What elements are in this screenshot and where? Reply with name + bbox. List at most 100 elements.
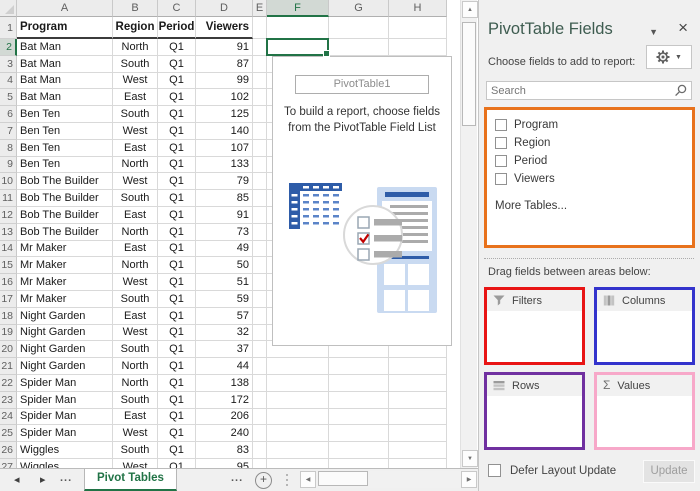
scroll-down-button[interactable]: ▼: [462, 450, 478, 467]
column-header-G[interactable]: G: [329, 0, 389, 17]
cell-B21[interactable]: North: [113, 358, 158, 375]
cell-H24[interactable]: [389, 408, 447, 426]
row-header-14[interactable]: 14: [0, 240, 17, 258]
row-header-23[interactable]: 23: [0, 391, 17, 409]
cell-B5[interactable]: East: [113, 89, 158, 107]
fill-handle[interactable]: [323, 50, 330, 57]
cell-E11[interactable]: [253, 190, 267, 207]
field-checkbox-region[interactable]: [495, 137, 507, 149]
cell-E13[interactable]: [253, 223, 267, 241]
cell-H27[interactable]: [389, 458, 447, 468]
cell-A14[interactable]: Mr Maker: [17, 240, 113, 258]
cell-C27[interactable]: Q1: [158, 458, 196, 468]
column-header-B[interactable]: B: [113, 0, 158, 17]
cell-D10[interactable]: 79: [196, 173, 253, 191]
cell-D1[interactable]: Viewers: [196, 17, 253, 39]
cell-B27[interactable]: West: [113, 458, 158, 468]
cell-E4[interactable]: [253, 72, 267, 90]
cell-E8[interactable]: [253, 139, 267, 157]
cell-E2[interactable]: [253, 39, 267, 56]
cell-A20[interactable]: Night Garden: [17, 341, 113, 359]
row-header-5[interactable]: 5: [0, 89, 17, 107]
cell-G27[interactable]: [329, 458, 389, 468]
cell-E12[interactable]: [253, 206, 267, 224]
cell-C1[interactable]: Period: [158, 17, 196, 39]
area-drop-zone[interactable]: [487, 396, 582, 447]
vertical-scrollbar-thumb[interactable]: [462, 22, 476, 126]
cell-B14[interactable]: East: [113, 240, 158, 258]
cell-C4[interactable]: Q1: [158, 72, 196, 90]
cell-B17[interactable]: South: [113, 290, 158, 308]
row-header-13[interactable]: 13: [0, 223, 17, 241]
cell-A17[interactable]: Mr Maker: [17, 290, 113, 308]
area-drop-zone[interactable]: [597, 396, 692, 447]
search-input[interactable]: [487, 84, 674, 97]
cell-D7[interactable]: 140: [196, 122, 253, 140]
cell-C12[interactable]: Q1: [158, 206, 196, 224]
cell-A5[interactable]: Bat Man: [17, 89, 113, 107]
cell-C22[interactable]: Q1: [158, 374, 196, 392]
cell-D22[interactable]: 138: [196, 374, 253, 392]
active-cell-selection[interactable]: [266, 38, 330, 57]
cell-C6[interactable]: Q1: [158, 106, 196, 123]
cell-H1[interactable]: [389, 17, 447, 39]
horizontal-scrollbar[interactable]: ◀ ▶: [300, 471, 477, 488]
cell-D23[interactable]: 172: [196, 391, 253, 409]
cell-C13[interactable]: Q1: [158, 223, 196, 241]
cell-E26[interactable]: [253, 442, 267, 459]
cell-D5[interactable]: 102: [196, 89, 253, 107]
cell-D4[interactable]: 99: [196, 72, 253, 90]
cell-D2[interactable]: 91: [196, 39, 253, 56]
sheet-nav-next-icon[interactable]: ▸: [40, 473, 46, 486]
cell-G23[interactable]: [329, 391, 389, 409]
cell-D20[interactable]: 37: [196, 341, 253, 359]
hidden-tabs-left[interactable]: ...: [60, 472, 72, 484]
cell-D12[interactable]: 91: [196, 206, 253, 224]
cell-D26[interactable]: 83: [196, 442, 253, 459]
cell-D6[interactable]: 125: [196, 106, 253, 123]
scroll-up-button[interactable]: ▲: [462, 1, 478, 18]
cell-B7[interactable]: West: [113, 122, 158, 140]
row-header-4[interactable]: 4: [0, 72, 17, 90]
cell-E10[interactable]: [253, 173, 267, 191]
cell-E3[interactable]: [253, 55, 267, 73]
cell-C17[interactable]: Q1: [158, 290, 196, 308]
cell-C9[interactable]: Q1: [158, 156, 196, 174]
cell-B26[interactable]: South: [113, 442, 158, 459]
area-columns[interactable]: Columns: [594, 287, 695, 365]
cell-D18[interactable]: 57: [196, 307, 253, 325]
cell-B24[interactable]: East: [113, 408, 158, 426]
cell-A7[interactable]: Ben Ten: [17, 122, 113, 140]
row-header-27[interactable]: 27: [0, 458, 17, 468]
cell-D14[interactable]: 49: [196, 240, 253, 258]
cell-A19[interactable]: Night Garden: [17, 324, 113, 342]
search-icon[interactable]: [674, 84, 687, 97]
cell-D25[interactable]: 240: [196, 425, 253, 443]
cell-A26[interactable]: Wiggles: [17, 442, 113, 459]
row-header-21[interactable]: 21: [0, 358, 17, 375]
field-item-period[interactable]: Period: [487, 152, 692, 170]
row-header-10[interactable]: 10: [0, 173, 17, 191]
scroll-left-button[interactable]: ◀: [300, 471, 316, 488]
cell-A3[interactable]: Bat Man: [17, 55, 113, 73]
cell-C2[interactable]: Q1: [158, 39, 196, 56]
cell-A4[interactable]: Bat Man: [17, 72, 113, 90]
area-rows[interactable]: Rows: [484, 372, 585, 450]
vertical-scrollbar[interactable]: ▲ ▼: [460, 0, 478, 468]
cell-F25[interactable]: [267, 425, 329, 443]
horizontal-scrollbar-thumb[interactable]: [318, 471, 368, 486]
cell-A1[interactable]: Program: [17, 17, 113, 39]
cell-E22[interactable]: [253, 374, 267, 392]
cell-C20[interactable]: Q1: [158, 341, 196, 359]
field-item-program[interactable]: Program: [487, 116, 692, 134]
cell-C19[interactable]: Q1: [158, 324, 196, 342]
column-header-C[interactable]: C: [158, 0, 196, 17]
row-header-3[interactable]: 3: [0, 55, 17, 73]
cell-B12[interactable]: East: [113, 206, 158, 224]
cell-B10[interactable]: West: [113, 173, 158, 191]
row-header-24[interactable]: 24: [0, 408, 17, 426]
area-values[interactable]: Σ Values: [594, 372, 695, 450]
cell-E20[interactable]: [253, 341, 267, 359]
cell-B18[interactable]: East: [113, 307, 158, 325]
cell-B2[interactable]: North: [113, 39, 158, 56]
